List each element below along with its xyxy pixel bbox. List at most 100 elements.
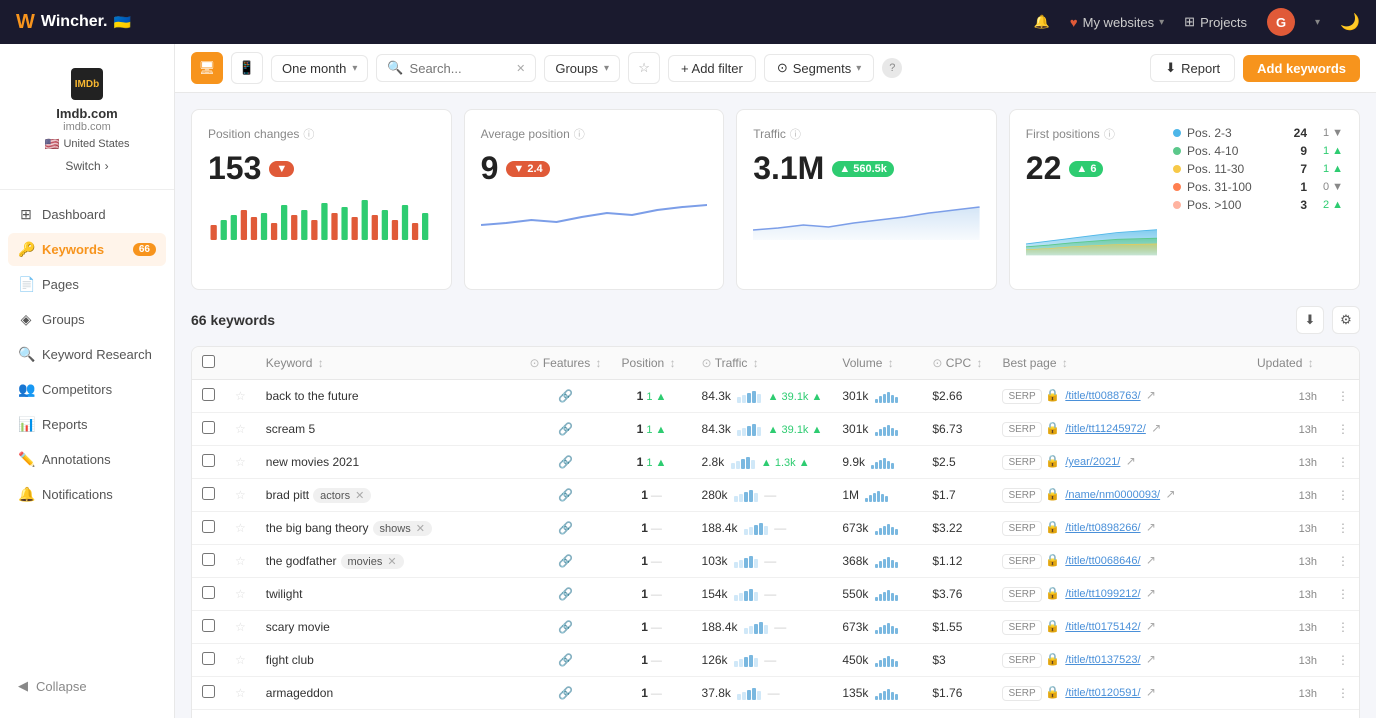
tag-remove-icon[interactable]: ✕ <box>416 523 425 535</box>
star-icon[interactable]: ☆ <box>235 620 246 634</box>
row-more-button[interactable]: ⋮ <box>1337 587 1349 601</box>
external-link-icon[interactable]: ↗ <box>1146 586 1156 600</box>
volume-sort-icon[interactable]: ↕ <box>888 356 894 370</box>
best-page-link[interactable]: /name/nm0000093/ <box>1065 489 1160 501</box>
star-icon[interactable]: ☆ <box>235 521 246 535</box>
external-link-icon[interactable]: ↗ <box>1146 553 1156 567</box>
sidebar-item-reports[interactable]: 📊 Reports <box>8 408 166 441</box>
keyword-tag[interactable]: shows ✕ <box>373 521 432 536</box>
row-checkbox[interactable] <box>202 421 215 434</box>
external-link-icon[interactable]: ↗ <box>1165 487 1175 501</box>
projects-button[interactable]: ⊞ Projects <box>1184 14 1247 30</box>
best-page-link[interactable]: /title/tt11245972/ <box>1065 423 1146 435</box>
user-chevron[interactable]: ▾ <box>1315 17 1320 28</box>
col-header-keyword[interactable]: Keyword ↕ <box>256 347 520 380</box>
best-page-link[interactable]: /title/tt0898266/ <box>1065 522 1140 534</box>
col-header-updated[interactable]: Updated ↕ <box>1247 347 1327 380</box>
period-select[interactable]: One month ▾ <box>271 55 368 82</box>
groups-select[interactable]: Groups ▾ <box>544 55 620 82</box>
updated-sort-icon[interactable]: ↕ <box>1308 356 1314 370</box>
row-checkbox[interactable] <box>202 619 215 632</box>
user-avatar[interactable]: G <box>1267 8 1295 36</box>
traffic-sort-icon[interactable]: ↕ <box>753 356 759 370</box>
best-page-link[interactable]: /year/2021/ <box>1065 456 1120 468</box>
keyword-sort-icon[interactable]: ↕ <box>318 356 324 370</box>
col-header-position[interactable]: Position ↕ <box>612 347 692 380</box>
sidebar-item-keyword-research[interactable]: 🔍 Keyword Research <box>8 338 166 371</box>
col-header-volume[interactable]: Volume ↕ <box>832 347 922 380</box>
tag-remove-icon[interactable]: ✕ <box>387 556 396 568</box>
best-page-link[interactable]: /title/tt0120591/ <box>1065 687 1140 699</box>
download-table-button[interactable]: ⬇ <box>1296 306 1324 334</box>
mobile-view-button[interactable]: 📱 <box>231 52 263 84</box>
row-checkbox[interactable] <box>202 553 215 566</box>
select-all-checkbox[interactable] <box>202 355 215 368</box>
avg-position-help-icon[interactable]: ⓘ <box>574 126 585 142</box>
collapse-button[interactable]: ◀ Collapse <box>0 670 174 702</box>
star-icon[interactable]: ☆ <box>235 686 246 700</box>
desktop-view-button[interactable]: 🖥 <box>191 52 223 84</box>
row-checkbox[interactable] <box>202 487 215 500</box>
star-icon[interactable]: ☆ <box>235 389 246 403</box>
row-more-button[interactable]: ⋮ <box>1337 389 1349 403</box>
features-sort-icon[interactable]: ↕ <box>596 356 602 370</box>
star-icon[interactable]: ☆ <box>235 488 246 502</box>
row-more-button[interactable]: ⋮ <box>1337 554 1349 568</box>
bell-icon[interactable]: 🔔 <box>1034 14 1050 30</box>
sidebar-item-keywords[interactable]: 🔑 Keywords 66 <box>8 233 166 266</box>
my-websites-button[interactable]: ♥ My websites ▾ <box>1070 15 1164 30</box>
star-icon[interactable]: ☆ <box>235 455 246 469</box>
tag-remove-icon[interactable]: ✕ <box>355 490 364 502</box>
row-more-button[interactable]: ⋮ <box>1337 422 1349 436</box>
sidebar-item-notifications[interactable]: 🔔 Notifications <box>8 478 166 511</box>
row-more-button[interactable]: ⋮ <box>1337 620 1349 634</box>
favorite-button[interactable]: ☆ <box>628 52 660 84</box>
best-page-link[interactable]: /title/tt1099212/ <box>1065 588 1140 600</box>
row-checkbox[interactable] <box>202 685 215 698</box>
best-page-link[interactable]: /title/tt0175142/ <box>1065 621 1140 633</box>
position-sort-icon[interactable]: ↕ <box>670 356 676 370</box>
sidebar-item-groups[interactable]: ◈ Groups <box>8 303 166 336</box>
row-more-button[interactable]: ⋮ <box>1337 653 1349 667</box>
row-more-button[interactable]: ⋮ <box>1337 686 1349 700</box>
best-page-link[interactable]: /title/tt0137523/ <box>1065 654 1140 666</box>
star-icon[interactable]: ☆ <box>235 653 246 667</box>
star-icon[interactable]: ☆ <box>235 587 246 601</box>
keyword-tag[interactable]: actors ✕ <box>313 488 371 503</box>
add-keywords-button[interactable]: Add keywords <box>1243 55 1360 82</box>
first-positions-help-icon[interactable]: ⓘ <box>1104 126 1115 142</box>
star-icon[interactable]: ☆ <box>235 554 246 568</box>
add-filter-button[interactable]: + Add filter <box>668 55 756 82</box>
sidebar-item-annotations[interactable]: ✏️ Annotations <box>8 443 166 476</box>
best-page-link[interactable]: /title/tt0088763/ <box>1065 390 1140 402</box>
row-checkbox[interactable] <box>202 652 215 665</box>
row-more-button[interactable]: ⋮ <box>1337 455 1349 469</box>
sidebar-item-pages[interactable]: 📄 Pages <box>8 268 166 301</box>
position-changes-help-icon[interactable]: ⓘ <box>303 126 314 142</box>
row-checkbox[interactable] <box>202 520 215 533</box>
external-link-icon[interactable]: ↗ <box>1126 454 1136 468</box>
traffic-help-icon[interactable]: ⓘ <box>790 126 801 142</box>
clear-search-icon[interactable]: ✕ <box>516 62 525 75</box>
col-header-cpc[interactable]: ⊙ CPC ↕ <box>922 347 992 380</box>
row-checkbox[interactable] <box>202 586 215 599</box>
segments-button[interactable]: ⊙ Segments ▾ <box>764 54 874 82</box>
external-link-icon[interactable]: ↗ <box>1146 520 1156 534</box>
sidebar-item-competitors[interactable]: 👥 Competitors <box>8 373 166 406</box>
bestpage-sort-icon[interactable]: ↕ <box>1062 356 1068 370</box>
external-link-icon[interactable]: ↗ <box>1146 652 1156 666</box>
logo[interactable]: W Wincher. 🇺🇦 <box>16 11 131 34</box>
cpc-sort-icon[interactable]: ↕ <box>976 356 982 370</box>
row-checkbox[interactable] <box>202 454 215 467</box>
external-link-icon[interactable]: ↗ <box>1146 388 1156 402</box>
dark-mode-icon[interactable]: 🌙 <box>1340 12 1360 32</box>
row-more-button[interactable]: ⋮ <box>1337 521 1349 535</box>
best-page-link[interactable]: /title/tt0068646/ <box>1065 555 1140 567</box>
switch-button[interactable]: Switch › <box>65 159 108 173</box>
row-checkbox[interactable] <box>202 388 215 401</box>
star-icon[interactable]: ☆ <box>235 422 246 436</box>
table-settings-button[interactable]: ⚙ <box>1332 306 1360 334</box>
external-link-icon[interactable]: ↗ <box>1146 685 1156 699</box>
external-link-icon[interactable]: ↗ <box>1146 619 1156 633</box>
help-button[interactable]: ? <box>882 58 902 78</box>
